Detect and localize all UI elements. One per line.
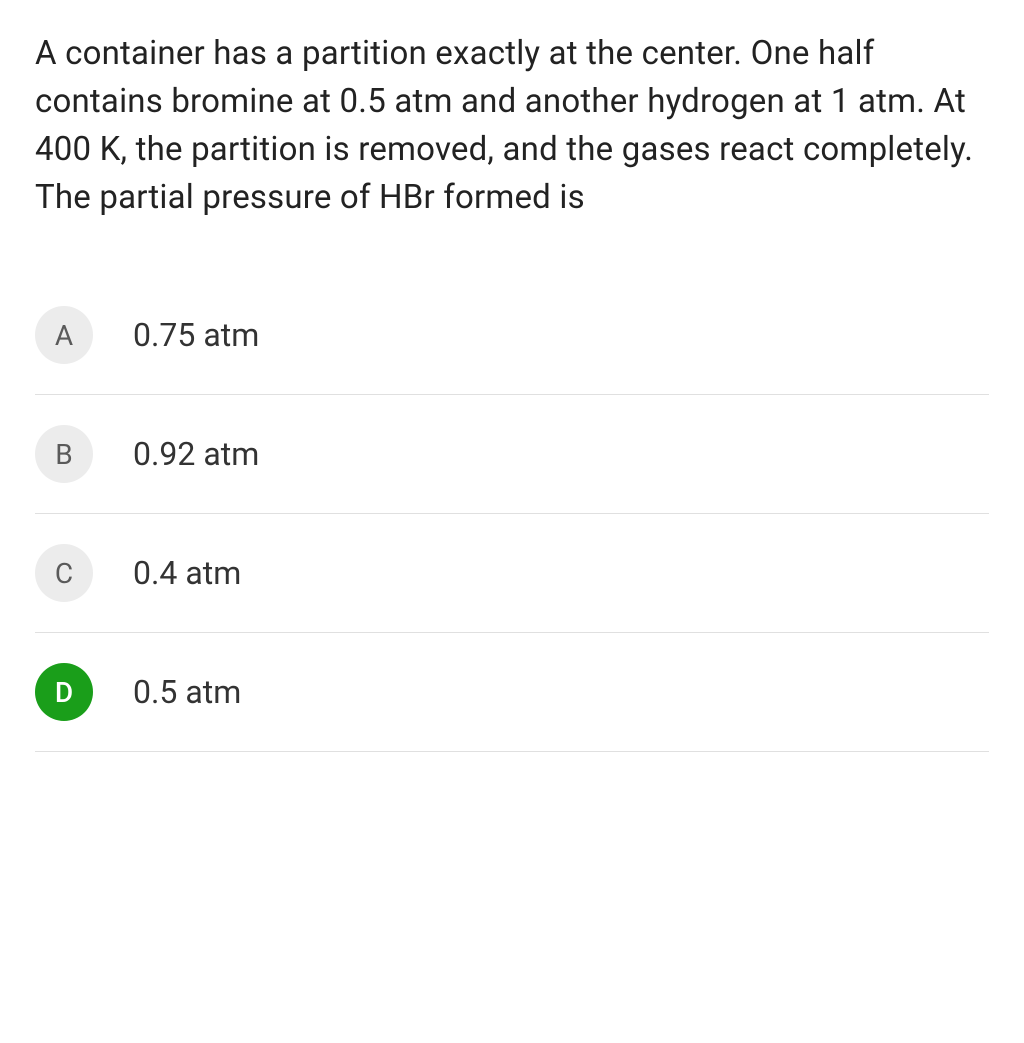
option-text-b: 0.92 atm: [133, 435, 259, 473]
option-letter-b: B: [35, 425, 93, 483]
option-letter-c: C: [35, 544, 93, 602]
option-a[interactable]: A 0.75 atm: [35, 276, 989, 395]
option-letter-d: D: [35, 663, 93, 721]
option-b[interactable]: B 0.92 atm: [35, 395, 989, 514]
option-letter-a: A: [35, 306, 93, 364]
option-c[interactable]: C 0.4 atm: [35, 514, 989, 633]
option-d[interactable]: D 0.5 atm: [35, 633, 989, 752]
option-text-d: 0.5 atm: [133, 673, 241, 711]
option-text-a: 0.75 atm: [133, 316, 259, 354]
options-list: A 0.75 atm B 0.92 atm C 0.4 atm D 0.5 at…: [35, 276, 989, 752]
option-text-c: 0.4 atm: [133, 554, 241, 592]
question-text: A container has a partition exactly at t…: [35, 30, 989, 221]
